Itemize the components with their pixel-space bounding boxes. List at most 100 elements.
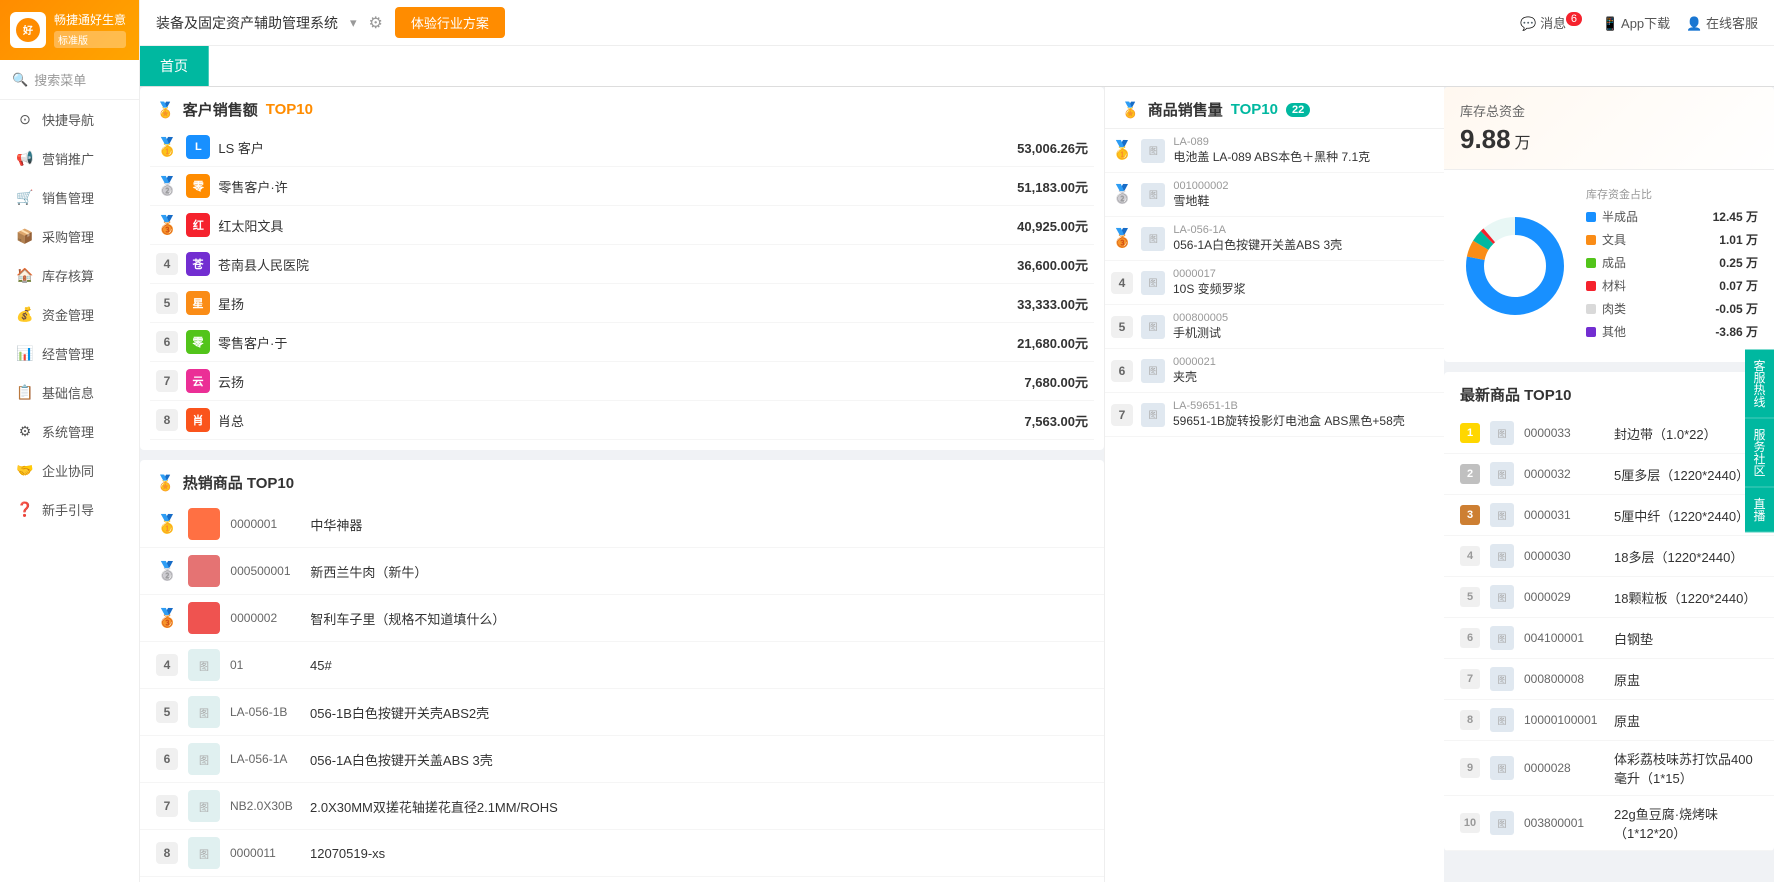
rank-number: 7 (156, 370, 178, 392)
product-code: 0000017 (1173, 268, 1438, 280)
new-product-name: 原盅 (1614, 711, 1758, 730)
experience-btn[interactable]: 体验行业方案 (395, 7, 505, 38)
product-rank-item[interactable]: 6 图 0000021 夹壳 (1105, 349, 1444, 393)
rank-item[interactable]: 🥉 红 红太阳文具 40,925.00元 (150, 206, 1094, 245)
new-product-item[interactable]: 1 图 0000033 封边带（1.0*22） (1444, 413, 1774, 454)
product-rank-item[interactable]: 🥉 图 LA-056-1A 056-1A白色按键开关盖ABS 3壳 (1105, 217, 1444, 261)
rank-value: 51,183.00元 (1017, 177, 1088, 196)
hot-product-item[interactable]: 8 图 0000011 12070519-xs (140, 830, 1104, 877)
hot-products-title: 热销商品 TOP10 (183, 472, 294, 493)
new-product-img: 图 (1490, 462, 1514, 486)
rank-item[interactable]: 8 肖 肖总 7,563.00元 (150, 401, 1094, 440)
rank-number: 5 (1111, 316, 1133, 338)
rank-name: 红太阳文具 (218, 216, 1009, 235)
product-rank-item[interactable]: 7 图 LA-59651-1B 59651-1B旋转投影灯电池盒 ABS黑色+5… (1105, 393, 1444, 437)
hot-product-item[interactable]: 4 图 01 45# (140, 642, 1104, 689)
marketing-icon: 📢 (16, 150, 34, 167)
inventory-value: 9.88 (1460, 124, 1511, 154)
sidebar-item-purchase[interactable]: 📦 采购管理 (0, 217, 139, 256)
new-product-item[interactable]: 4 图 0000030 18多层（1220*2440） (1444, 536, 1774, 577)
new-product-img: 图 (1490, 544, 1514, 568)
sidebar-item-quick-nav[interactable]: ⊙ 快捷导航 (0, 100, 139, 139)
new-product-item[interactable]: 3 图 0000031 5厘中纤（1220*2440） (1444, 495, 1774, 536)
hot-product-item[interactable]: 🥈 000500001 新西兰牛肉（新牛） (140, 548, 1104, 595)
search-menu[interactable]: 🔍 搜索菜单 (0, 60, 139, 100)
sidebar: 好 畅捷通好生意 标准版 🔍 搜索菜单 ⊙ 快捷导航 📢 营销推广 🛒 销售管理… (0, 0, 140, 882)
tab-home[interactable]: 首页 (140, 46, 209, 86)
hot-product-item[interactable]: 5 图 LA-056-1B 056-1B白色按键开关壳ABS2壳 (140, 689, 1104, 736)
product-thumbnail (188, 555, 220, 587)
legend-name: 成品 (1602, 254, 1713, 271)
online-service[interactable]: 👤 在线客服 (1686, 13, 1758, 32)
new-product-item[interactable]: 8 图 10000100001 原盅 (1444, 700, 1774, 741)
app-badge: 标准版 (54, 31, 126, 48)
product-ranking-title: 商品销售量 (1148, 99, 1223, 120)
gear-icon[interactable]: ⚙ (369, 13, 383, 33)
product-rank-item[interactable]: 🥇 图 LA-089 电池盖 LA-089 ABS本色＋黑种 7.1克 (1105, 129, 1444, 173)
new-product-item[interactable]: 10 图 003800001 22g鱼豆腐·烧烤味（1*12*20） (1444, 796, 1774, 851)
product-name: 12070519-xs (310, 846, 385, 861)
legend-item: 其他 -3.86 万 (1586, 323, 1758, 340)
product-code: LA-59651-1B (1173, 400, 1438, 412)
product-code: 0000011 (230, 846, 300, 860)
new-product-item[interactable]: 9 图 0000028 体彩荔枝味苏打饮品400毫升（1*15） (1444, 741, 1774, 796)
product-thumbnail: 图 (188, 743, 220, 775)
hot-product-item[interactable]: 🥇 0000001 中华神器 (140, 501, 1104, 548)
hot-product-item[interactable]: 🥉 0000002 智利车子里（规格不知道填什么） (140, 595, 1104, 642)
sidebar-item-guide[interactable]: ❓ 新手引导 (0, 490, 139, 529)
sidebar-item-basic[interactable]: 📋 基础信息 (0, 373, 139, 412)
left-column: 🏅 客户销售额 TOP10 🥇 L LS 客户 53,006.26元 🥈 零 零… (140, 87, 1104, 882)
rank-item[interactable]: 🥇 L LS 客户 53,006.26元 (150, 128, 1094, 167)
product-rank-item[interactable]: 4 图 0000017 10S 变频罗浆 (1105, 261, 1444, 305)
sidebar-item-system[interactable]: ⚙ 系统管理 (0, 412, 139, 451)
new-product-item[interactable]: 2 图 0000032 5厘多层（1220*2440） (1444, 454, 1774, 495)
rank-name: 星扬 (218, 294, 1009, 313)
sidebar-item-label: 企业协同 (42, 461, 94, 480)
product-rank-item[interactable]: 5 图 000800005 手机测试 (1105, 305, 1444, 349)
rank-medal: 🥇 (156, 137, 178, 158)
rank-item[interactable]: 4 苍 苍南县人民医院 36,600.00元 (150, 245, 1094, 284)
new-product-name: 18多层（1220*2440） (1614, 547, 1758, 566)
message-area[interactable]: 💬 消息 6 (1520, 13, 1586, 32)
sidebar-item-finance[interactable]: 💰 资金管理 (0, 295, 139, 334)
sidebar-item-enterprise[interactable]: 🤝 企业协同 (0, 451, 139, 490)
new-product-img: 图 (1490, 708, 1514, 732)
message-label: 消息 (1540, 16, 1566, 31)
phone-icon: 📱 (1602, 16, 1618, 31)
message-icon: 💬 (1520, 16, 1536, 31)
hot-product-item[interactable]: 6 图 LA-056-1A 056-1A白色按键开关盖ABS 3壳 (140, 736, 1104, 783)
rank-number: 4 (156, 654, 178, 676)
rank-item[interactable]: 6 零 零售客户·于 21,680.00元 (150, 323, 1094, 362)
operation-icon: 📊 (16, 345, 34, 362)
new-product-item[interactable]: 6 图 004100001 白钢垫 (1444, 618, 1774, 659)
sidebar-item-inventory[interactable]: 🏠 库存核算 (0, 256, 139, 295)
legend-value: 1.01 万 (1719, 231, 1758, 248)
float-btn-live[interactable]: 直播 (1745, 488, 1774, 533)
hot-product-item[interactable]: 7 图 NB2.0X30B 2.0X30MM双搓花轴搓花直径2.1MM/ROHS (140, 783, 1104, 830)
new-product-img: 图 (1490, 503, 1514, 527)
dropdown-icon[interactable]: ▾ (350, 15, 357, 31)
legend-name: 肉类 (1602, 300, 1709, 317)
rank-item[interactable]: 🥈 零 零售客户·许 51,183.00元 (150, 167, 1094, 206)
product-thumbnail: 图 (188, 696, 220, 728)
new-product-item[interactable]: 7 图 000800008 原盅 (1444, 659, 1774, 700)
sidebar-item-operation[interactable]: 📊 经营管理 (0, 334, 139, 373)
float-btn-community[interactable]: 服务社区 (1745, 419, 1774, 488)
rank-item[interactable]: 7 云 云扬 7,680.00元 (150, 362, 1094, 401)
rank-item[interactable]: 5 星 星扬 33,333.00元 (150, 284, 1094, 323)
hot-product-item[interactable]: 9 图 KK-SD22110H 花语萌恒温分蘸罐袋（厚款） (140, 877, 1104, 882)
sidebar-item-marketing[interactable]: 📢 营销推广 (0, 139, 139, 178)
float-btn-service[interactable]: 客服热线 (1745, 350, 1774, 419)
count-badge: 22 (1286, 103, 1310, 117)
rank-medal: 🥈 (1111, 184, 1133, 205)
new-products-title: 最新商品 TOP10 (1460, 384, 1571, 405)
product-rank-item[interactable]: 🥈 图 001000002 雪地鞋 (1105, 173, 1444, 217)
new-product-item[interactable]: 5 图 0000029 18颗粒板（1220*2440） (1444, 577, 1774, 618)
product-code: LA-056-1A (1173, 224, 1438, 236)
new-product-code: 0000030 (1524, 549, 1604, 563)
search-menu-label: 搜索菜单 (34, 70, 86, 89)
new-product-name: 封边带（1.0*22） (1614, 424, 1758, 443)
app-download[interactable]: 📱 App下载 (1602, 13, 1670, 32)
product-code: NB2.0X30B (230, 799, 300, 813)
sidebar-item-sales[interactable]: 🛒 销售管理 (0, 178, 139, 217)
